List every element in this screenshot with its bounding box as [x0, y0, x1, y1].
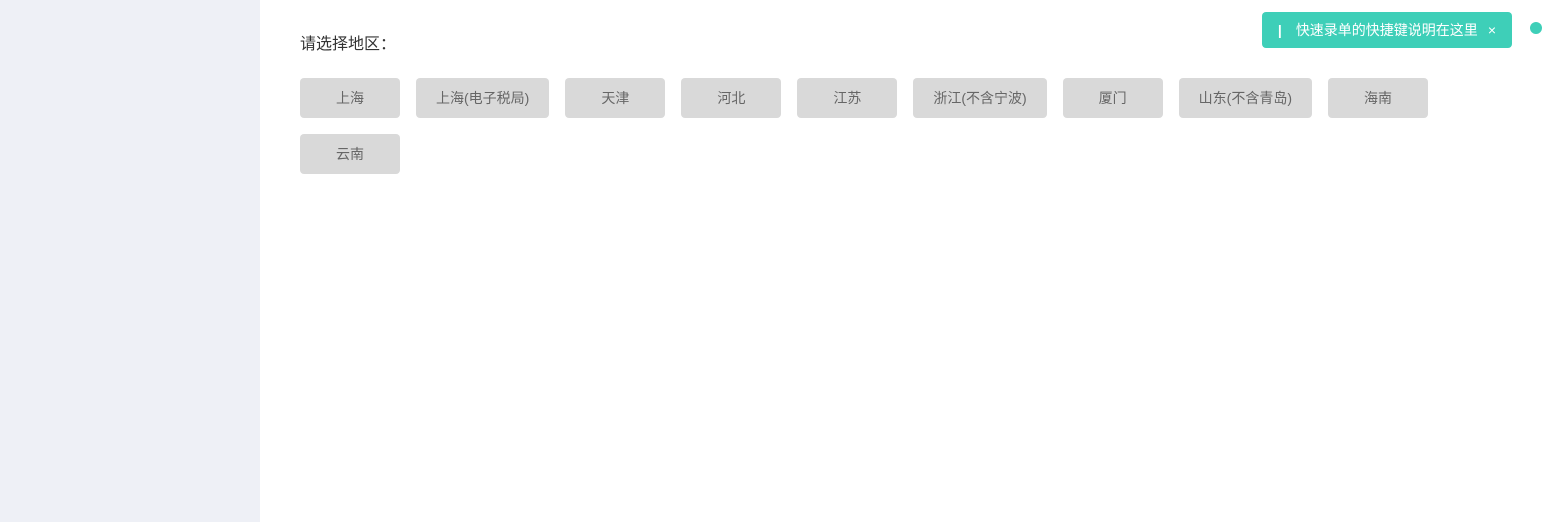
region-button-9[interactable]: 云南 — [300, 134, 400, 174]
region-button-2[interactable]: 天津 — [565, 78, 665, 118]
region-button-6[interactable]: 厦门 — [1063, 78, 1163, 118]
dot-indicator — [1530, 22, 1542, 34]
tooltip-close-button[interactable]: × — [1488, 22, 1496, 38]
region-buttons-container: 上海上海(电子税局) 天津河北江苏浙江(不含宁波) 厦门山东(不含青岛) 海南云南 — [300, 78, 1522, 174]
main-content: 请选择地区： 上海上海(电子税局)天津河北江苏浙江(不含宁波)厦门山东(不含青岛… — [260, 0, 1562, 522]
region-button-7[interactable]: 山东(不含青岛) — [1179, 78, 1312, 118]
region-button-5[interactable]: 浙江(不含宁波) — [913, 78, 1046, 118]
region-button-3[interactable]: 河北 — [681, 78, 781, 118]
region-button-0[interactable]: 上海 — [300, 78, 400, 118]
region-button-1[interactable]: 上海(电子税局) — [416, 78, 549, 118]
tooltip-text: 快速录单的快捷键说明在这里 — [1296, 20, 1478, 40]
region-button-8[interactable]: 海南 — [1328, 78, 1428, 118]
sidebar — [0, 0, 260, 522]
tooltip-banner: 快速录单的快捷键说明在这里 × — [1262, 12, 1512, 48]
region-button-4[interactable]: 江苏 — [797, 78, 897, 118]
